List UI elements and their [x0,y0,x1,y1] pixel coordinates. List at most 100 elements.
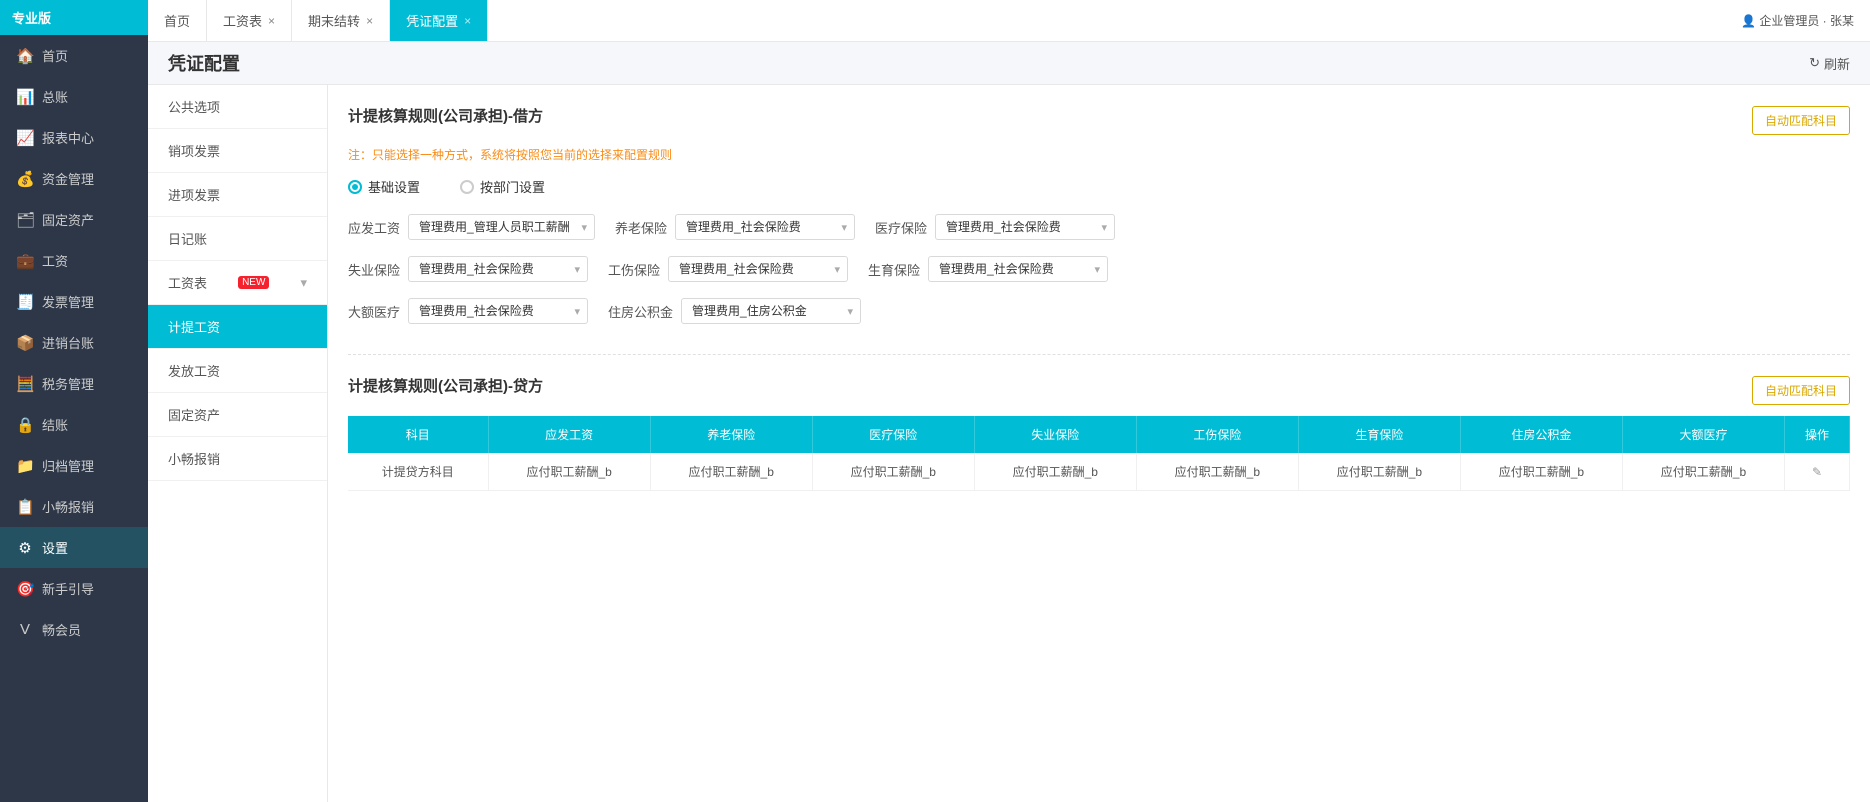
tab-close-salary[interactable]: × [268,14,275,28]
field-gsbx: 工伤保险 管理费用_社会保险费 [608,256,848,282]
label-sybx2: 生育保险 [868,260,920,279]
sidebar-item-guide[interactable]: 🎯 新手引导 [0,568,148,609]
select-yfgz-input[interactable]: 管理费用_管理人员职工薪酬 [408,214,595,240]
col-subject: 科目 [348,416,488,453]
tab-voucher-config[interactable]: 凭证配置 × [390,0,488,41]
select-ylbx2-input[interactable]: 管理费用_社会保险费 [935,214,1115,240]
select-gsbx-input[interactable]: 管理费用_社会保险费 [668,256,848,282]
tab-home[interactable]: 首页 [148,0,207,41]
left-nav-calc-salary[interactable]: 计提工资 [148,305,327,349]
table-header-row: 科目 应发工资 养老保险 医疗保险 失业保险 工伤保险 生育保险 住房公积金 大… [348,416,1850,453]
field-sybx: 失业保险 管理费用_社会保险费 [348,256,588,282]
select-ylbx[interactable]: 管理费用_社会保险费 [675,214,855,240]
radio-basic[interactable]: 基础设置 [348,177,420,196]
col-sybx: 失业保险 [974,416,1136,453]
guide-icon: 🎯 [16,580,34,598]
cell-edit[interactable]: ✎ [1785,453,1850,491]
sidebar-item-tax[interactable]: 🧮 税务管理 [0,363,148,404]
page-header: 凭证配置 ↻ 刷新 [148,42,1870,85]
select-zfgjj-input[interactable]: 管理费用_住房公积金 [681,298,861,324]
select-gsbx[interactable]: 管理费用_社会保险费 [668,256,848,282]
cell-yfgz: 应付职工薪酬_b [488,453,650,491]
sidebar-item-stock[interactable]: 📦 进销台账 [0,322,148,363]
sidebar-item-close[interactable]: 🔒 结账 [0,404,148,445]
col-ylbx: 养老保险 [650,416,812,453]
archive-icon: 📁 [16,457,34,475]
sidebar-item-invoice[interactable]: 🧾 发票管理 [0,281,148,322]
left-nav-small-expense[interactable]: 小畅报销 [148,437,327,481]
col-ylbx2: 医疗保险 [812,416,974,453]
home-icon: 🏠 [16,47,34,65]
sidebar-item-settings[interactable]: ⚙ 设置 [0,527,148,568]
label-ylbx2: 医疗保险 [875,218,927,237]
select-sybx-input[interactable]: 管理费用_社会保险费 [408,256,588,282]
cell-gsbx: 应付职工薪酬_b [1136,453,1298,491]
user-info: 👤 企业管理员 · 张某 [1741,12,1854,29]
select-sybx2[interactable]: 管理费用_社会保险费 [928,256,1108,282]
label-yfgz: 应发工资 [348,218,400,237]
select-ylbx2[interactable]: 管理费用_社会保险费 [935,214,1115,240]
credit-header-row: 计提核算规则(公司承担)-贷方 自动匹配科目 [348,375,1850,406]
select-ylbx-input[interactable]: 管理费用_社会保险费 [675,214,855,240]
sidebar-item-reports[interactable]: 📈 报表中心 [0,117,148,158]
sidebar-item-ledger[interactable]: 📊 总账 [0,76,148,117]
expense-icon: 📋 [16,498,34,516]
cell-sybx: 应付职工薪酬_b [974,453,1136,491]
col-sybx2: 生育保险 [1298,416,1460,453]
table-row: 计提贷方科目 应付职工薪酬_b 应付职工薪酬_b 应付职工薪酬_b 应付职工薪酬… [348,453,1850,491]
borrow-section: 计提核算规则(公司承担)-借方 自动匹配科目 注：只能选择一种方式，系统将按照您… [348,105,1850,324]
left-nav-purchase-invoice[interactable]: 进项发票 [148,173,327,217]
refresh-button[interactable]: ↻ 刷新 [1809,54,1850,73]
sidebar-item-member[interactable]: V 畅会员 [0,609,148,650]
select-sybx2-input[interactable]: 管理费用_社会保险费 [928,256,1108,282]
main-content: 计提核算规则(公司承担)-借方 自动匹配科目 注：只能选择一种方式，系统将按照您… [328,85,1870,802]
sidebar-item-funds[interactable]: 💰 资金管理 [0,158,148,199]
sidebar-item-expense[interactable]: 📋 小畅报销 [0,486,148,527]
left-nav-salary-table[interactable]: 工资表 NEW ▾ [148,261,327,305]
content-area: 公共选项 销项发票 进项发票 日记账 工资表 NEW ▾ 计提工资 发放工资 [148,85,1870,802]
cell-sybx2: 应付职工薪酬_b [1298,453,1460,491]
tab-close-voucher[interactable]: × [464,14,471,28]
select-zfgjj[interactable]: 管理费用_住房公积金 [681,298,861,324]
edit-icon[interactable]: ✎ [1812,465,1822,479]
stock-icon: 📦 [16,334,34,352]
left-nav-fixed-assets[interactable]: 固定资产 [148,393,327,437]
radio-basic-circle [348,180,362,194]
chevron-icon: ▾ [300,275,307,291]
settings-icon: ⚙ [16,539,34,557]
field-yfgz: 应发工资 管理费用_管理人员职工薪酬 [348,214,595,240]
select-yfgz[interactable]: 管理费用_管理人员职工薪酬 [408,214,595,240]
funds-icon: 💰 [16,170,34,188]
select-dayl[interactable]: 管理费用_社会保险费 [408,298,588,324]
label-gsbx: 工伤保险 [608,260,660,279]
tab-salary-table[interactable]: 工资表 × [207,0,292,41]
sidebar-item-archive[interactable]: 📁 归档管理 [0,445,148,486]
left-nav-public[interactable]: 公共选项 [148,85,327,129]
sidebar-item-assets[interactable]: 🗂 固定资产 [0,199,148,240]
assets-icon: 🗂 [16,211,34,229]
auto-match-borrow-button[interactable]: 自动匹配科目 [1752,106,1850,135]
close-period-icon: 🔒 [16,416,34,434]
refresh-icon: ↻ [1809,55,1820,71]
reports-icon: 📈 [16,129,34,147]
radio-group: 基础设置 按部门设置 [348,177,1850,196]
radio-dept-circle [460,180,474,194]
select-dayl-input[interactable]: 管理费用_社会保险费 [408,298,588,324]
sidebar: 专业版 🏠 首页 📊 总账 📈 报表中心 💰 资金管理 🗂 固定资产 💼 工资 … [0,0,148,802]
col-action: 操作 [1785,416,1850,453]
select-sybx[interactable]: 管理费用_社会保险费 [408,256,588,282]
left-nav-journal[interactable]: 日记账 [148,217,327,261]
cell-zfgjj: 应付职工薪酬_b [1460,453,1622,491]
left-nav-sales-invoice[interactable]: 销项发票 [148,129,327,173]
sidebar-item-home[interactable]: 🏠 首页 [0,35,148,76]
left-nav-pay-salary[interactable]: 发放工资 [148,349,327,393]
radio-dept[interactable]: 按部门设置 [460,177,545,196]
sidebar-item-salary[interactable]: 💼 工资 [0,240,148,281]
auto-match-credit-button[interactable]: 自动匹配科目 [1752,376,1850,405]
cell-subject: 计提贷方科目 [348,453,488,491]
tab-period-close[interactable]: 期末结转 × [292,0,390,41]
borrow-note: 注：只能选择一种方式，系统将按照您当前的选择来配置规则 [348,146,1850,163]
tab-close-period[interactable]: × [366,14,373,28]
label-dayl: 大额医疗 [348,302,400,321]
credit-section: 计提核算规则(公司承担)-贷方 自动匹配科目 科目 应发工资 养老保险 医疗保险… [348,375,1850,491]
